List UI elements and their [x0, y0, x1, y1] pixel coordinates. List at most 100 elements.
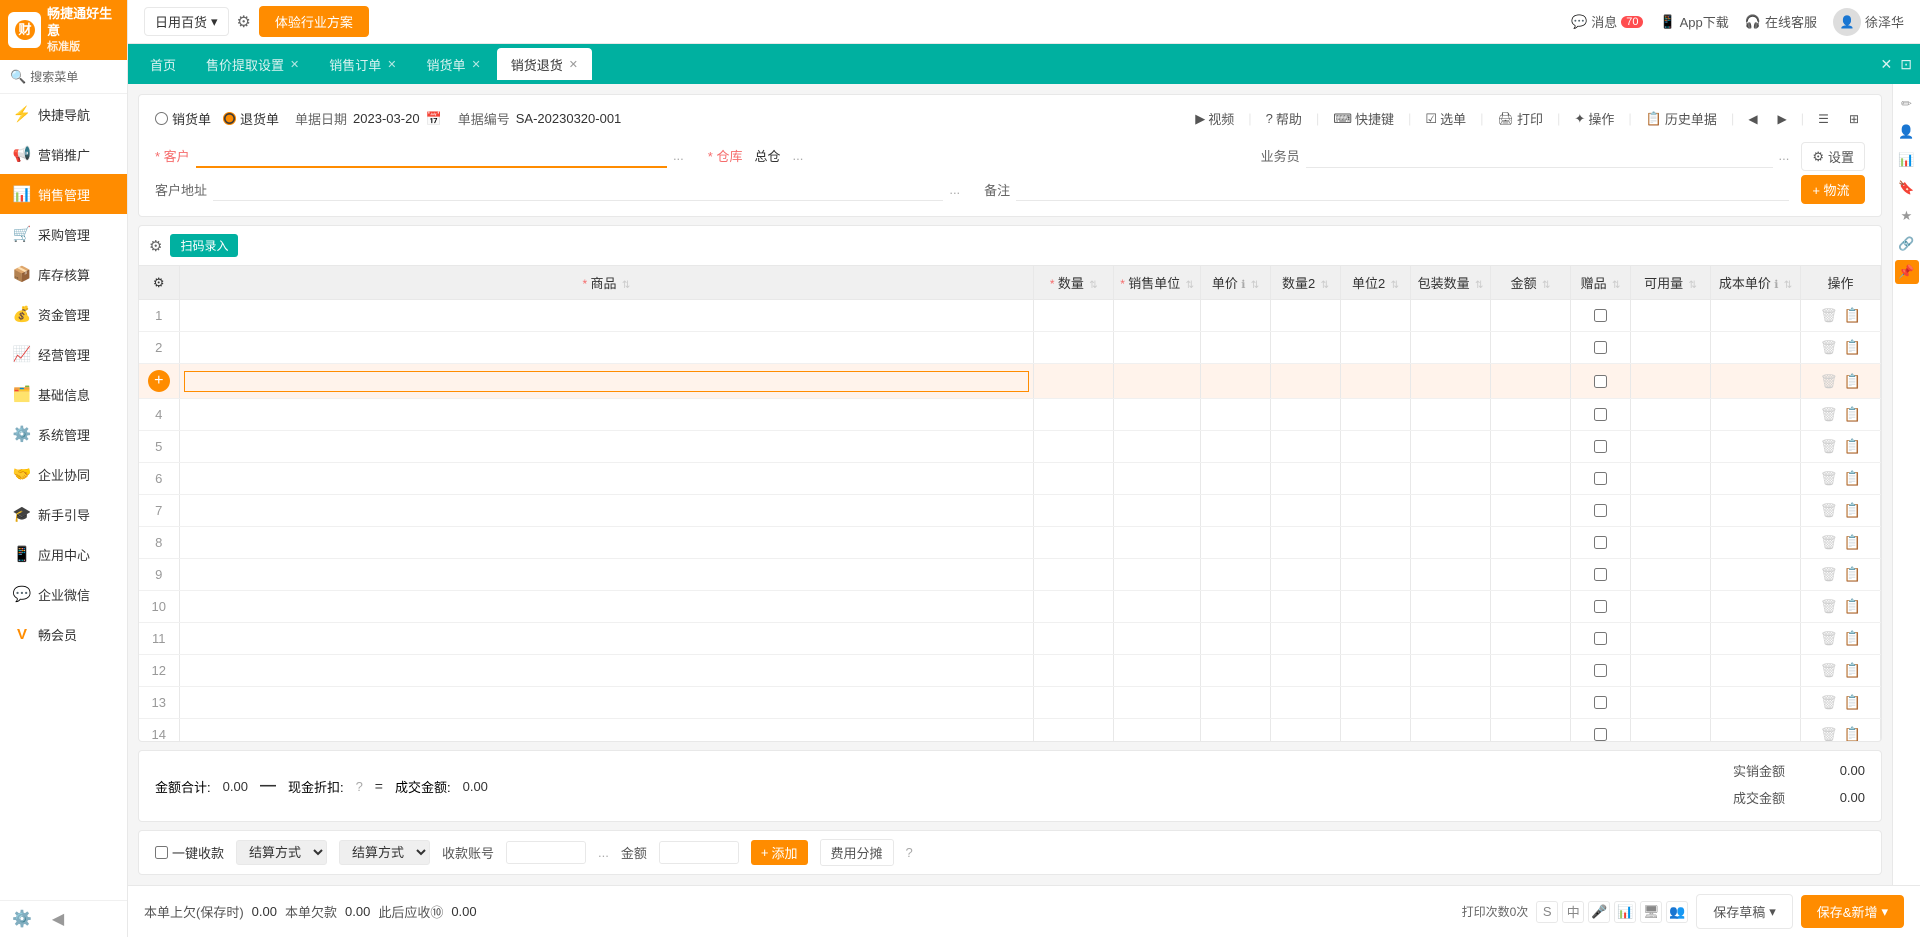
sort-cost-icon[interactable]: ⇅ [1784, 280, 1792, 291]
payment-dots[interactable]: ... [598, 845, 609, 860]
sort-price-icon[interactable]: ⇅ [1251, 280, 1259, 291]
rp-edit-icon[interactable]: ✏ [1895, 92, 1919, 116]
sidebar-item-quick-nav[interactable]: ⚡ 快捷导航 [0, 94, 127, 134]
tab-close-sales-bill[interactable]: ✕ [472, 58, 481, 71]
copy-13[interactable]: 📋 [1844, 694, 1861, 711]
action-operation[interactable]: ✦ 操作 [1568, 107, 1620, 130]
add-payment-btn[interactable]: + 添加 [751, 840, 808, 865]
copy-10[interactable]: 📋 [1844, 598, 1861, 615]
gift-checkbox-13[interactable] [1594, 696, 1607, 709]
cost-info-icon[interactable]: ℹ [1774, 279, 1778, 291]
del-5[interactable]: 🗑 [1820, 438, 1838, 455]
rp-user-icon[interactable]: 👤 [1895, 120, 1919, 144]
gift-checkbox-7[interactable] [1594, 504, 1607, 517]
sidebar-item-newbie[interactable]: 🎓 新手引导 [0, 494, 127, 534]
gift-checkbox-11[interactable] [1594, 632, 1607, 645]
copy-11[interactable]: 📋 [1844, 630, 1861, 647]
sort-qty2-icon[interactable]: ⇅ [1321, 280, 1329, 291]
copy-5[interactable]: 📋 [1844, 438, 1861, 455]
remark-input[interactable] [1016, 177, 1789, 201]
action-view-list[interactable]: ☰ [1812, 110, 1835, 128]
action-select[interactable]: ☑ 选单 [1419, 107, 1472, 130]
salesperson-input[interactable] [1306, 144, 1773, 168]
tab-close-price-extract[interactable]: ✕ [290, 58, 299, 71]
del-11[interactable]: 🗑 [1820, 630, 1838, 647]
status-icon-1[interactable]: S [1536, 901, 1558, 923]
sidebar-item-sales[interactable]: 📊 销售管理 [0, 174, 127, 214]
logistics-btn[interactable]: + 物流 [1801, 175, 1865, 204]
gift-checkbox-12[interactable] [1594, 664, 1607, 677]
collapse-icon[interactable]: ◀ [52, 909, 64, 929]
sort-unit2-icon[interactable]: ⇅ [1391, 280, 1399, 291]
sort-product-icon[interactable]: ⇅ [622, 280, 630, 291]
copy-8[interactable]: 📋 [1844, 534, 1861, 551]
salesperson-select-icon[interactable]: ... [1779, 148, 1790, 163]
sort-unit-icon[interactable]: ⇅ [1186, 280, 1194, 291]
gift-checkbox-9[interactable] [1594, 568, 1607, 581]
radio-sale-bill[interactable]: 销货单 [155, 109, 211, 128]
action-shortcut[interactable]: ⌨ 快捷键 [1327, 107, 1400, 130]
delete-row-icon-3[interactable]: 🗑 [1820, 373, 1838, 390]
settlement-method-select[interactable]: 结算方式 [236, 840, 327, 865]
gear-icon[interactable]: ⚙ [153, 275, 165, 290]
action-view-grid[interactable]: ⊞ [1843, 110, 1865, 128]
sidebar-item-basic-info[interactable]: 🗂️ 基础信息 [0, 374, 127, 414]
product-input-1[interactable] [184, 308, 1030, 323]
action-video[interactable]: ▶ 视频 [1189, 107, 1240, 130]
status-icon-5[interactable]: 🖥 [1640, 901, 1662, 923]
gift-checkbox-5[interactable] [1594, 440, 1607, 453]
copy-row-icon-3[interactable]: 📋 [1844, 373, 1861, 390]
sort-available-icon[interactable]: ⇅ [1688, 280, 1696, 291]
address-select-icon[interactable]: ... [949, 182, 960, 197]
delete-row-icon-2[interactable]: 🗑 [1820, 339, 1838, 356]
address-input[interactable] [213, 177, 943, 201]
expense-split-btn[interactable]: 费用分摊 [820, 839, 894, 866]
sidebar-search[interactable]: 🔍 搜索菜单 [0, 60, 127, 94]
expand-window-icon[interactable]: ⊡ [1900, 56, 1912, 73]
gift-checkbox-4[interactable] [1594, 408, 1607, 421]
user-profile-btn[interactable]: 👤 徐泽华 [1833, 8, 1904, 36]
del-10[interactable]: 🗑 [1820, 598, 1838, 615]
copy-4[interactable]: 📋 [1844, 406, 1861, 423]
tab-home[interactable]: 首页 [136, 48, 190, 80]
sidebar-item-system[interactable]: ⚙️ 系统管理 [0, 414, 127, 454]
customer-select-icon[interactable]: ... [673, 148, 684, 163]
action-history[interactable]: 📋 历史单据 [1640, 107, 1723, 130]
action-prev[interactable]: ◀ [1742, 110, 1763, 128]
save-draft-btn[interactable]: 保存草稿 ▾ [1696, 894, 1793, 929]
tab-sales-return[interactable]: 销货退货 ✕ [497, 48, 592, 80]
message-btn[interactable]: 💬 消息 70 [1571, 12, 1643, 31]
tab-sales-order[interactable]: 销售订单 ✕ [315, 48, 410, 80]
close-window-icon[interactable]: ✕ [1881, 56, 1893, 73]
topbar-gear-icon[interactable]: ⚙ [237, 12, 251, 32]
settings-btn[interactable]: ⚙ 设置 [1801, 142, 1865, 171]
del-12[interactable]: 🗑 [1820, 662, 1838, 679]
sidebar-item-collab[interactable]: 🤝 企业协同 [0, 454, 127, 494]
product-input-3[interactable] [184, 371, 1030, 392]
scan-input-btn[interactable]: 扫码录入 [170, 234, 238, 257]
cash-discount-help-icon[interactable]: ? [356, 779, 363, 794]
status-icon-2[interactable]: 中 [1562, 901, 1584, 923]
sidebar-item-wechat[interactable]: 💬 企业微信 [0, 574, 127, 614]
amount-input[interactable] [659, 841, 739, 864]
action-help[interactable]: ? 帮助 [1260, 107, 1308, 130]
calc-method-select[interactable]: 结算方式 [339, 840, 430, 865]
copy-7[interactable]: 📋 [1844, 502, 1861, 519]
warehouse-select-icon[interactable]: ... [792, 148, 803, 163]
one-click-payment-checkbox[interactable]: 一键收款 [155, 843, 224, 862]
sort-qty-icon[interactable]: ⇅ [1089, 280, 1097, 291]
status-icon-4[interactable]: 📊 [1614, 901, 1636, 923]
tab-close-sales-order[interactable]: ✕ [387, 58, 396, 71]
gift-checkbox-3[interactable] [1594, 375, 1607, 388]
copy-12[interactable]: 📋 [1844, 662, 1861, 679]
delete-row-icon-1[interactable]: 🗑 [1820, 307, 1838, 324]
status-icon-6[interactable]: 👥 [1666, 901, 1688, 923]
gift-checkbox-2[interactable] [1594, 341, 1607, 354]
del-14[interactable]: 🗑 [1820, 726, 1838, 742]
sort-pack-icon[interactable]: ⇅ [1475, 280, 1483, 291]
sort-gift-icon[interactable]: ⇅ [1612, 280, 1620, 291]
sort-amount-icon[interactable]: ⇅ [1542, 280, 1550, 291]
del-6[interactable]: 🗑 [1820, 470, 1838, 487]
sidebar-item-operations[interactable]: 📈 经营管理 [0, 334, 127, 374]
sidebar-item-app-center[interactable]: 📱 应用中心 [0, 534, 127, 574]
